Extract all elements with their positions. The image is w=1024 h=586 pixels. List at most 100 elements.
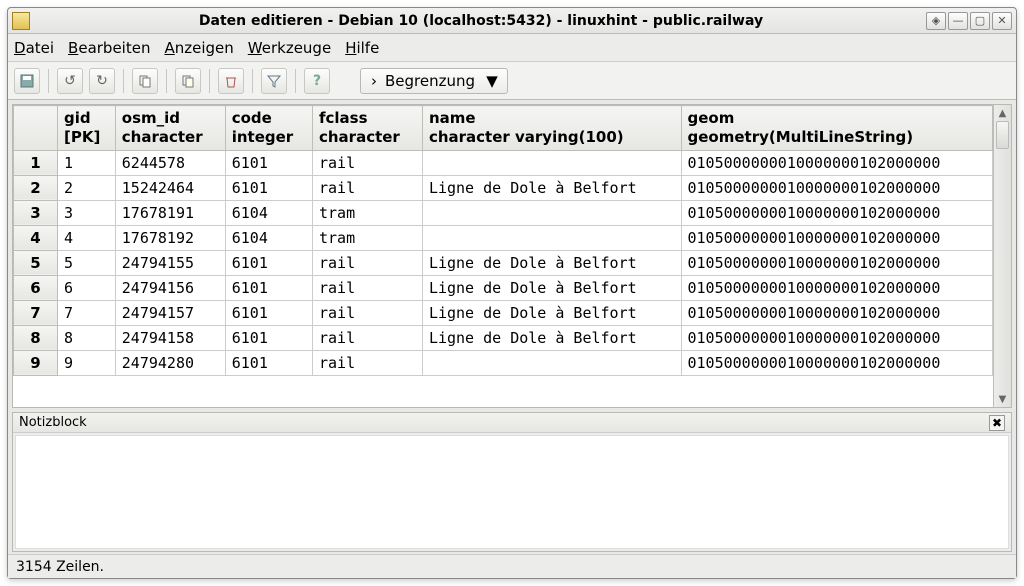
cell-geom[interactable]: 0105000000010000000102000000	[681, 275, 993, 300]
table-row[interactable]: 1162445786101rail01050000000100000001020…	[14, 150, 993, 175]
cell-name[interactable]: Ligne de Dole à Belfort	[422, 275, 681, 300]
window-minimize-button[interactable]: —	[948, 12, 968, 30]
cell-name[interactable]: Ligne de Dole à Belfort	[422, 325, 681, 350]
row-header-corner[interactable]	[14, 106, 58, 151]
cell-code[interactable]: 6101	[225, 350, 312, 375]
filter-button[interactable]	[261, 68, 287, 94]
scroll-track[interactable]	[994, 121, 1011, 391]
cell-name[interactable]	[422, 350, 681, 375]
cell-code[interactable]: 6104	[225, 200, 312, 225]
row-number[interactable]: 3	[14, 200, 58, 225]
scroll-up-button[interactable]: ▲	[994, 105, 1011, 121]
table-row[interactable]: 22152424646101railLigne de Dole à Belfor…	[14, 175, 993, 200]
redo-button[interactable]: ↻	[89, 68, 115, 94]
save-button[interactable]	[14, 68, 40, 94]
row-number[interactable]: 1	[14, 150, 58, 175]
cell-osmid[interactable]: 24794157	[115, 300, 225, 325]
menu-hilfe[interactable]: Hilfe	[345, 39, 379, 57]
cell-geom[interactable]: 0105000000010000000102000000	[681, 250, 993, 275]
cell-name[interactable]	[422, 225, 681, 250]
cell-code[interactable]: 6101	[225, 250, 312, 275]
cell-code[interactable]: 6104	[225, 225, 312, 250]
vertical-scrollbar[interactable]: ▲ ▼	[993, 105, 1011, 407]
undo-button[interactable]: ↺	[57, 68, 83, 94]
paste-button[interactable]	[175, 68, 201, 94]
cell-osmid[interactable]: 6244578	[115, 150, 225, 175]
menu-werkzeuge[interactable]: Werkzeuge	[248, 39, 331, 57]
cell-geom[interactable]: 0105000000010000000102000000	[681, 175, 993, 200]
copy-button[interactable]	[132, 68, 158, 94]
table-row[interactable]: 99247942806101rail0105000000010000000102…	[14, 350, 993, 375]
col-header-name[interactable]: namecharacter varying(100)	[422, 106, 681, 151]
cell-code[interactable]: 6101	[225, 175, 312, 200]
window-maximize-button[interactable]: ▢	[970, 12, 990, 30]
cell-osmid[interactable]: 15242464	[115, 175, 225, 200]
row-number[interactable]: 7	[14, 300, 58, 325]
cell-fclass[interactable]: rail	[312, 150, 422, 175]
data-grid[interactable]: gid[PK] osm_idcharacter codeinteger fcla…	[13, 105, 993, 407]
cell-geom[interactable]: 0105000000010000000102000000	[681, 150, 993, 175]
scroll-thumb[interactable]	[996, 121, 1009, 149]
scroll-down-button[interactable]: ▼	[994, 391, 1011, 407]
table-row[interactable]: 55247941556101railLigne de Dole à Belfor…	[14, 250, 993, 275]
cell-name[interactable]	[422, 150, 681, 175]
cell-fclass[interactable]: tram	[312, 225, 422, 250]
cell-gid[interactable]: 3	[58, 200, 116, 225]
table-row[interactable]: 44176781926104tram0105000000010000000102…	[14, 225, 993, 250]
col-header-geom[interactable]: geomgeometry(MultiLineString)	[681, 106, 993, 151]
menu-datei[interactable]: Datei	[14, 39, 54, 57]
window-close-button[interactable]: ✕	[992, 12, 1012, 30]
cell-code[interactable]: 6101	[225, 150, 312, 175]
table-row[interactable]: 33176781916104tram0105000000010000000102…	[14, 200, 993, 225]
cell-name[interactable]: Ligne de Dole à Belfort	[422, 175, 681, 200]
cell-geom[interactable]: 0105000000010000000102000000	[681, 225, 993, 250]
cell-fclass[interactable]: rail	[312, 300, 422, 325]
limit-dropdown[interactable]: › Begrenzung ▼	[360, 68, 508, 94]
col-header-code[interactable]: codeinteger	[225, 106, 312, 151]
cell-gid[interactable]: 9	[58, 350, 116, 375]
cell-fclass[interactable]: tram	[312, 200, 422, 225]
cell-osmid[interactable]: 24794155	[115, 250, 225, 275]
cell-gid[interactable]: 5	[58, 250, 116, 275]
row-number[interactable]: 9	[14, 350, 58, 375]
cell-osmid[interactable]: 17678192	[115, 225, 225, 250]
cell-gid[interactable]: 8	[58, 325, 116, 350]
cell-gid[interactable]: 2	[58, 175, 116, 200]
cell-name[interactable]: Ligne de Dole à Belfort	[422, 300, 681, 325]
cell-gid[interactable]: 1	[58, 150, 116, 175]
row-number[interactable]: 2	[14, 175, 58, 200]
cell-fclass[interactable]: rail	[312, 350, 422, 375]
row-number[interactable]: 8	[14, 325, 58, 350]
cell-osmid[interactable]: 17678191	[115, 200, 225, 225]
col-header-gid[interactable]: gid[PK]	[58, 106, 116, 151]
col-header-osmid[interactable]: osm_idcharacter	[115, 106, 225, 151]
menu-bearbeiten[interactable]: Bearbeiten	[68, 39, 150, 57]
table-row[interactable]: 88247941586101railLigne de Dole à Belfor…	[14, 325, 993, 350]
row-number[interactable]: 4	[14, 225, 58, 250]
row-number[interactable]: 6	[14, 275, 58, 300]
cell-gid[interactable]: 6	[58, 275, 116, 300]
cell-geom[interactable]: 0105000000010000000102000000	[681, 350, 993, 375]
cell-gid[interactable]: 4	[58, 225, 116, 250]
cell-osmid[interactable]: 24794158	[115, 325, 225, 350]
cell-osmid[interactable]: 24794280	[115, 350, 225, 375]
cell-geom[interactable]: 0105000000010000000102000000	[681, 300, 993, 325]
cell-code[interactable]: 6101	[225, 275, 312, 300]
cell-fclass[interactable]: rail	[312, 175, 422, 200]
table-row[interactable]: 77247941576101railLigne de Dole à Belfor…	[14, 300, 993, 325]
cell-geom[interactable]: 0105000000010000000102000000	[681, 200, 993, 225]
cell-fclass[interactable]: rail	[312, 325, 422, 350]
cell-geom[interactable]: 0105000000010000000102000000	[681, 325, 993, 350]
menu-anzeigen[interactable]: Anzeigen	[164, 39, 233, 57]
help-button[interactable]: ?	[304, 68, 330, 94]
window-sticky-button[interactable]: ◈	[926, 12, 946, 30]
col-header-fclass[interactable]: fclasscharacter	[312, 106, 422, 151]
row-number[interactable]: 5	[14, 250, 58, 275]
cell-osmid[interactable]: 24794156	[115, 275, 225, 300]
cell-fclass[interactable]: rail	[312, 250, 422, 275]
cell-name[interactable]: Ligne de Dole à Belfort	[422, 250, 681, 275]
cell-fclass[interactable]: rail	[312, 275, 422, 300]
cell-code[interactable]: 6101	[225, 325, 312, 350]
titlebar[interactable]: Daten editieren - Debian 10 (localhost:5…	[8, 8, 1016, 34]
cell-code[interactable]: 6101	[225, 300, 312, 325]
